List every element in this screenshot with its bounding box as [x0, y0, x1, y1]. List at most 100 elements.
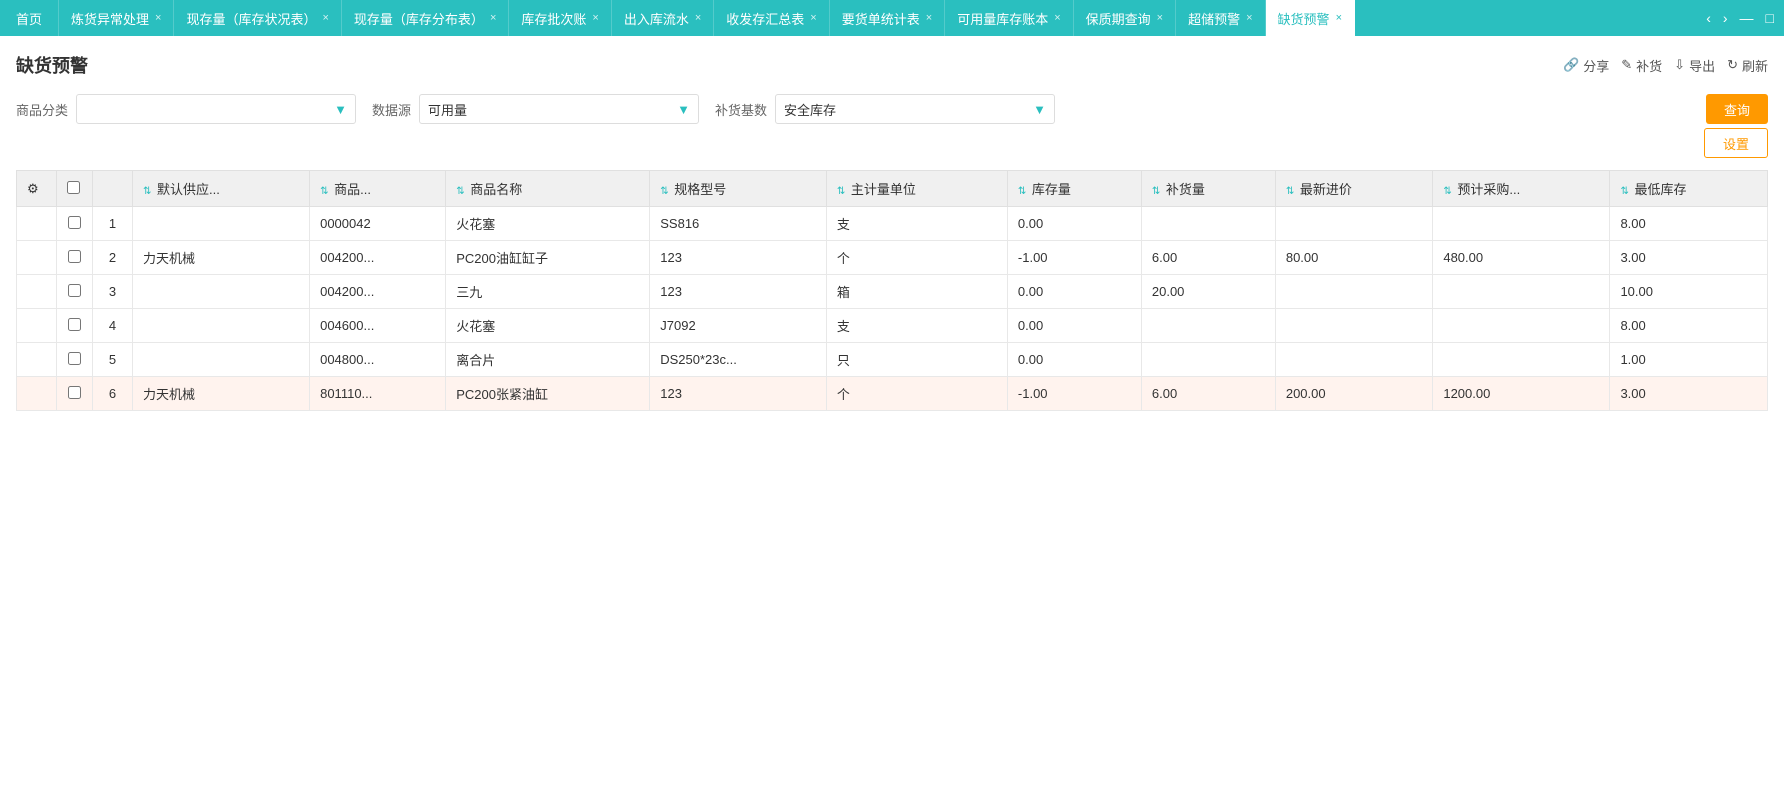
nav-tab-3[interactable]: 库存批次账 × [509, 0, 611, 36]
row-checkbox[interactable] [68, 318, 81, 331]
nav-tab-7[interactable]: 可用量库存账本 × [945, 0, 1073, 36]
nav-tab-8[interactable]: 保质期查询 × [1074, 0, 1176, 36]
row-product-code: 0000042 [310, 207, 446, 241]
row-product-name: 三九 [446, 275, 650, 309]
th-product-code[interactable]: ⇅ 商品... [310, 171, 446, 207]
row-checkbox-cell[interactable] [57, 309, 93, 343]
nav-tab-0[interactable]: 炼货异常处理 × [59, 0, 174, 36]
nav-tab-6[interactable]: 要货单统计表 × [830, 0, 945, 36]
nav-tab-2[interactable]: 现存量（库存分布表） × [342, 0, 509, 36]
close-icon[interactable]: × [810, 12, 816, 24]
close-icon[interactable]: × [1336, 12, 1342, 24]
row-stock: -1.00 [1007, 241, 1141, 275]
row-checkbox[interactable] [68, 284, 81, 297]
close-icon[interactable]: × [322, 12, 328, 24]
row-product-code: 801110... [310, 377, 446, 411]
close-icon[interactable]: × [490, 12, 496, 24]
nav-next-btn[interactable]: › [1717, 6, 1734, 30]
row-min-stock: 8.00 [1610, 207, 1768, 241]
row-gear-cell [17, 207, 57, 241]
nav-tab-1[interactable]: 现存量（库存状况表） × [174, 0, 341, 36]
replenish-button[interactable]: ✎ 补货 [1621, 56, 1662, 75]
row-spec: DS250*23c... [650, 343, 827, 377]
row-number: 2 [93, 241, 133, 275]
row-est-purchase: 480.00 [1433, 241, 1610, 275]
row-est-purchase: 1200.00 [1433, 377, 1610, 411]
close-icon[interactable]: × [592, 12, 598, 24]
row-number: 4 [93, 309, 133, 343]
sort-icon: ⇅ [456, 186, 464, 197]
th-min-stock[interactable]: ⇅ 最低库存 [1610, 171, 1768, 207]
th-supplier[interactable]: ⇅ 默认供应... [133, 171, 310, 207]
row-supplier [133, 275, 310, 309]
row-product-name: PC200油缸缸子 [446, 241, 650, 275]
row-latest-price [1275, 309, 1433, 343]
th-unit[interactable]: ⇅ 主计量单位 [826, 171, 1007, 207]
row-replenish-qty [1141, 309, 1275, 343]
category-chevron-icon: ▼ [334, 102, 347, 117]
row-number: 3 [93, 275, 133, 309]
row-supplier: 力天机械 [133, 241, 310, 275]
row-unit: 个 [826, 241, 1007, 275]
share-button[interactable]: 🔗 分享 [1563, 56, 1609, 75]
row-min-stock: 10.00 [1610, 275, 1768, 309]
th-checkbox[interactable] [57, 171, 93, 207]
th-gear[interactable]: ⚙ [17, 171, 57, 207]
close-icon[interactable]: × [1246, 12, 1252, 24]
row-checkbox[interactable] [68, 352, 81, 365]
nav-tab-4[interactable]: 出入库流水 × [612, 0, 714, 36]
replenish-chevron-icon: ▼ [1033, 102, 1046, 117]
nav-tab-10[interactable]: 缺货预警 × [1266, 0, 1355, 36]
row-replenish-qty: 6.00 [1141, 377, 1275, 411]
close-icon[interactable]: × [926, 12, 932, 24]
data-table: ⚙ ⇅ 默认供应... ⇅ 商品... ⇅ 商品名称 [16, 170, 1768, 411]
replenish-select[interactable]: 安全库存 ▼ [775, 94, 1055, 124]
table-row: 2 力天机械 004200... PC200油缸缸子 123 个 -1.00 6… [17, 241, 1768, 275]
nav-home[interactable]: 首页 [0, 0, 59, 36]
row-stock: 0.00 [1007, 309, 1141, 343]
share-icon: 🔗 [1563, 57, 1579, 73]
row-spec: J7092 [650, 309, 827, 343]
row-checkbox[interactable] [68, 216, 81, 229]
nav-minimize-btn[interactable]: — [1734, 6, 1760, 30]
th-latest-price[interactable]: ⇅ 最新进价 [1275, 171, 1433, 207]
th-replenish-qty[interactable]: ⇅ 补货量 [1141, 171, 1275, 207]
row-checkbox[interactable] [68, 386, 81, 399]
select-all-checkbox[interactable] [67, 181, 80, 194]
row-checkbox-cell[interactable] [57, 241, 93, 275]
th-est-purchase[interactable]: ⇅ 预计采购... [1433, 171, 1610, 207]
nav-tab-5[interactable]: 收发存汇总表 × [714, 0, 829, 36]
row-checkbox-cell[interactable] [57, 275, 93, 309]
table-header-row: ⚙ ⇅ 默认供应... ⇅ 商品... ⇅ 商品名称 [17, 171, 1768, 207]
row-est-purchase [1433, 343, 1610, 377]
category-select[interactable]: ▼ [76, 94, 356, 124]
row-checkbox[interactable] [68, 250, 81, 263]
nav-tab-9[interactable]: 超储预警 × [1176, 0, 1265, 36]
datasource-select[interactable]: 可用量 ▼ [419, 94, 699, 124]
replenish-label: 补货基数 [715, 100, 767, 119]
row-spec: 123 [650, 377, 827, 411]
close-icon[interactable]: × [1157, 12, 1163, 24]
row-unit: 只 [826, 343, 1007, 377]
row-checkbox-cell[interactable] [57, 377, 93, 411]
row-checkbox-cell[interactable] [57, 207, 93, 241]
th-stock[interactable]: ⇅ 库存量 [1007, 171, 1141, 207]
query-button[interactable]: 查询 [1706, 94, 1768, 124]
row-supplier: 力天机械 [133, 377, 310, 411]
settings-button[interactable]: 设置 [1704, 128, 1768, 158]
refresh-button[interactable]: ↻ 刷新 [1727, 56, 1768, 75]
nav-prev-btn[interactable]: ‹ [1700, 6, 1717, 30]
close-icon[interactable]: × [1054, 12, 1060, 24]
row-replenish-qty: 6.00 [1141, 241, 1275, 275]
row-number: 5 [93, 343, 133, 377]
datasource-label: 数据源 [372, 100, 411, 119]
nav-controls: ‹ › — □ [1700, 6, 1784, 30]
close-icon[interactable]: × [155, 12, 161, 24]
row-checkbox-cell[interactable] [57, 343, 93, 377]
th-product-name[interactable]: ⇅ 商品名称 [446, 171, 650, 207]
table-row: 4 004600... 火花塞 J7092 支 0.00 8.00 [17, 309, 1768, 343]
th-spec[interactable]: ⇅ 规格型号 [650, 171, 827, 207]
nav-maximize-btn[interactable]: □ [1760, 6, 1780, 30]
close-icon[interactable]: × [695, 12, 701, 24]
export-button[interactable]: ⇩ 导出 [1674, 56, 1715, 75]
